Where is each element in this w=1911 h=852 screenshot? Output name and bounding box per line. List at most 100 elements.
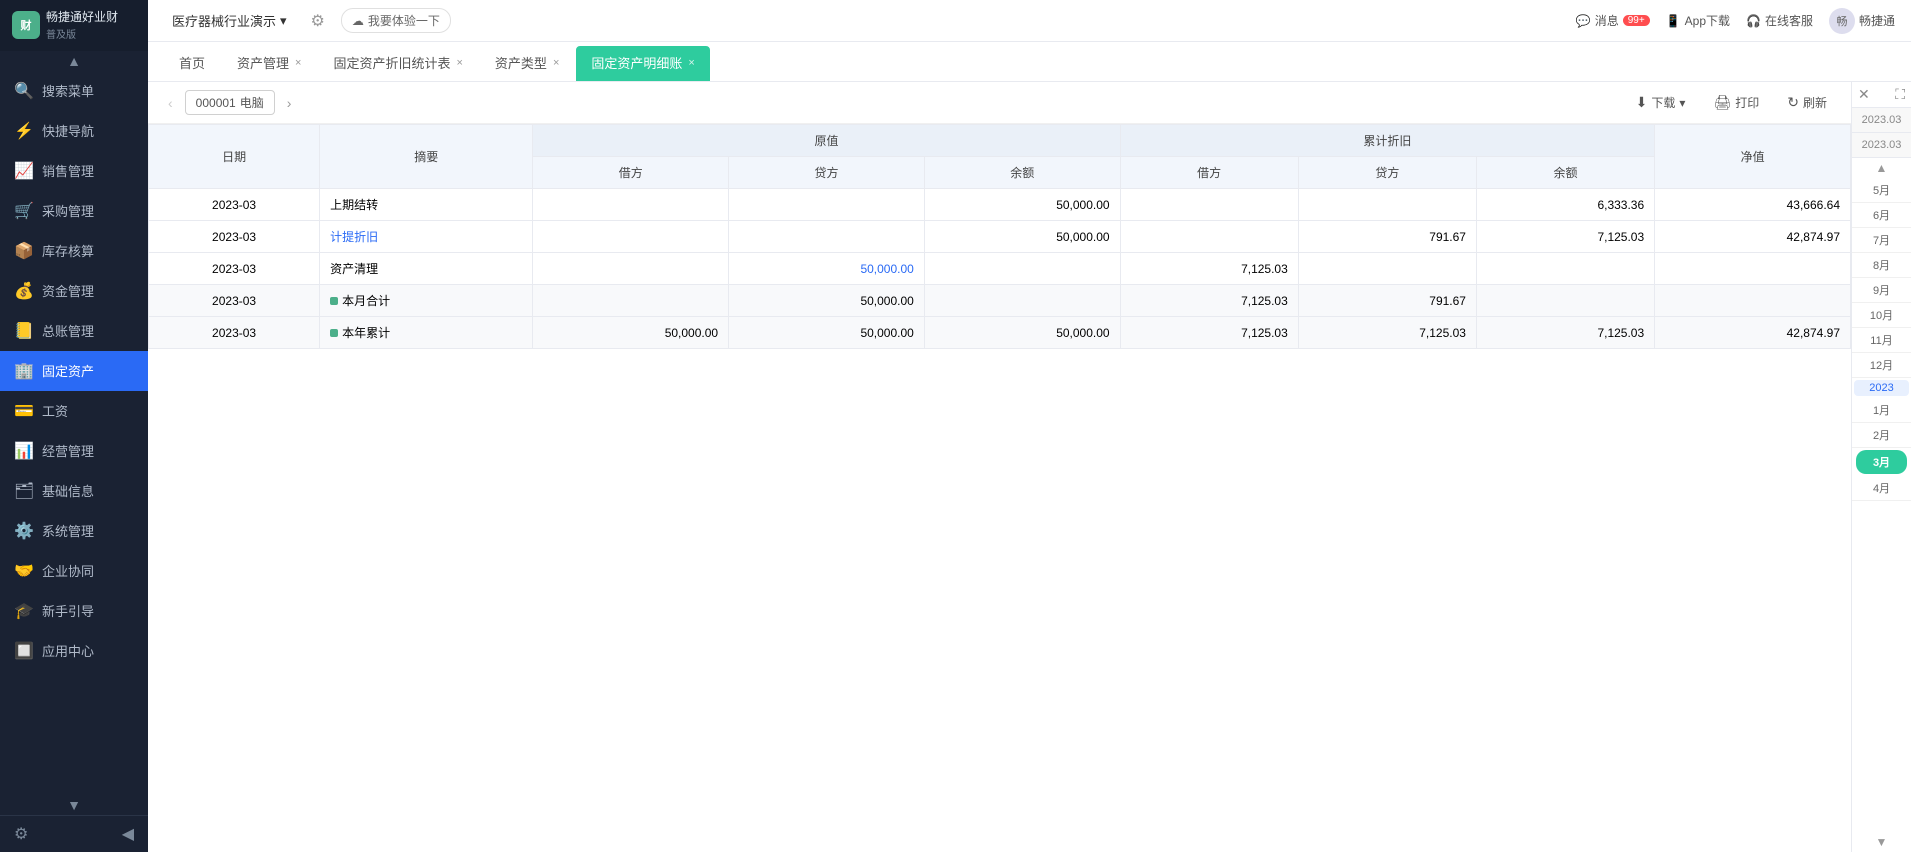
app-download-button[interactable]: 📱 App下载 — [1666, 12, 1730, 29]
timeline-month-4[interactable]: 4月 — [1852, 476, 1911, 501]
tab-depreciation-stats-label: 固定资产折旧统计表 — [333, 53, 450, 72]
cell-orig-debit: 50,000.00 — [533, 317, 729, 349]
download-dropdown-icon: ▾ — [1679, 96, 1685, 110]
messages-label: 消息 — [1595, 12, 1619, 29]
timeline-close-button[interactable]: ✕ — [1858, 86, 1870, 103]
cell-acc-debit — [1120, 189, 1298, 221]
table-row-monthly-total: 2023-03 本月合计 50,000.00 7,125.03 791.67 — [149, 285, 1851, 317]
sidebar-item-inventory[interactable]: 📦 库存核算 — [0, 231, 148, 271]
refresh-button[interactable]: ↻ 刷新 — [1779, 90, 1835, 115]
cell-orig-balance: 50,000.00 — [924, 317, 1120, 349]
tab-asset-mgmt-close[interactable]: × — [295, 57, 301, 69]
header-settings-icon[interactable]: ⚙ — [307, 7, 329, 35]
tab-asset-detail-close[interactable]: × — [688, 57, 694, 69]
print-label: 打印 — [1735, 94, 1759, 111]
table-row-yearly-total: 2023-03 本年累计 50,000.00 50,000.00 50,000.… — [149, 317, 1851, 349]
salary-icon: 💳 — [14, 401, 34, 421]
cell-date: 2023-03 — [149, 189, 320, 221]
col-header-accumulated-depreciation: 累计折旧 — [1120, 125, 1655, 157]
cell-orig-balance: 50,000.00 — [924, 221, 1120, 253]
sidebar-item-fixed-assets[interactable]: 🏢 固定资产 — [0, 351, 148, 391]
company-selector[interactable]: 医疗器械行业演示 ▾ — [164, 7, 295, 34]
company-dropdown-icon: ▾ — [280, 13, 287, 29]
toolbar-right: ⬇ 下载 ▾ 🖨 打印 ↻ 刷新 — [1628, 90, 1835, 115]
collapse-sidebar-icon[interactable]: ◀ — [122, 824, 134, 844]
sidebar-item-system[interactable]: ⚙️ 系统管理 — [0, 511, 148, 551]
col-header-original-value: 原值 — [533, 125, 1120, 157]
cell-net-value — [1655, 285, 1851, 317]
tab-asset-type[interactable]: 资产类型 × — [480, 46, 574, 81]
app-center-icon: 🔲 — [14, 641, 34, 661]
content-main: ‹ 000001 电脑 › ⬇ 下载 ▾ 🖨 打印 — [148, 82, 1851, 852]
settings-icon[interactable]: ⚙ — [14, 824, 28, 844]
cell-acc-debit: 7,125.03 — [1120, 253, 1298, 285]
timeline-month-2[interactable]: 2月 — [1852, 423, 1911, 448]
asset-prev-button[interactable]: ‹ — [164, 93, 177, 113]
tab-home[interactable]: 首页 — [164, 46, 220, 81]
timeline-month-6[interactable]: 6月 — [1852, 203, 1911, 228]
timeline-year-label: 2023 — [1854, 380, 1909, 396]
tab-depreciation-stats[interactable]: 固定资产折旧统计表 × — [318, 46, 477, 81]
cell-orig-balance: 50,000.00 — [924, 189, 1120, 221]
app-logo-text: 畅捷通好业财 普及版 — [46, 10, 118, 41]
tab-depreciation-stats-close[interactable]: × — [456, 57, 462, 69]
sidebar-item-basic-info[interactable]: 🗂 基础信息 — [0, 471, 148, 511]
timeline-month-3[interactable]: 3月 — [1856, 450, 1907, 474]
sidebar-item-purchase[interactable]: 🛒 采购管理 — [0, 191, 148, 231]
sidebar-item-enterprise[interactable]: 🤝 企业协同 — [0, 551, 148, 591]
timeline-month-9[interactable]: 9月 — [1852, 278, 1911, 303]
sidebar-item-search[interactable]: 🔍 搜索菜单 — [0, 71, 148, 111]
sidebar-logo: 财 畅捷通好业财 普及版 — [0, 0, 148, 51]
tab-asset-detail[interactable]: 固定资产明细账 × — [576, 46, 709, 81]
timeline-prev-button[interactable]: ▲ — [1852, 158, 1911, 178]
online-service-button[interactable]: 🎧 在线客服 — [1746, 12, 1813, 29]
tab-bar: 首页 资产管理 × 固定资产折旧统计表 × 资产类型 × 固定资产明细账 × — [148, 42, 1911, 82]
print-button[interactable]: 🖨 打印 — [1705, 90, 1767, 115]
sidebar-item-label: 系统管理 — [42, 521, 94, 540]
download-button[interactable]: ⬇ 下载 ▾ — [1628, 90, 1694, 115]
sidebar-item-app-center[interactable]: 🔲 应用中心 — [0, 631, 148, 671]
cell-orig-balance — [924, 253, 1120, 285]
timeline-month-10[interactable]: 10月 — [1852, 303, 1911, 328]
sidebar-nav: 🔍 搜索菜单 ⚡ 快捷导航 📈 销售管理 🛒 采购管理 📦 库存核算 💰 资金管… — [0, 71, 148, 795]
timeline-month-5[interactable]: 5月 — [1852, 178, 1911, 203]
timeline-month-7[interactable]: 7月 — [1852, 228, 1911, 253]
asset-next-button[interactable]: › — [283, 93, 296, 113]
basic-info-icon: 🗂 — [14, 481, 34, 501]
service-icon: 🎧 — [1746, 14, 1761, 28]
timeline-month-11[interactable]: 11月 — [1852, 328, 1911, 353]
table-row: 2023-03 资产清理 50,000.00 7,125.03 — [149, 253, 1851, 285]
tab-asset-type-close[interactable]: × — [553, 57, 559, 69]
timeline-month-8[interactable]: 8月 — [1852, 253, 1911, 278]
inventory-icon: 📦 — [14, 241, 34, 261]
summary-icon — [330, 297, 338, 305]
sidebar-item-operation[interactable]: 📊 经营管理 — [0, 431, 148, 471]
print-icon: 🖨 — [1713, 94, 1731, 111]
sidebar-item-label: 工资 — [42, 401, 68, 420]
experience-button[interactable]: ☁ 我要体验一下 — [341, 8, 451, 33]
sidebar-item-salary[interactable]: 💳 工资 — [0, 391, 148, 431]
cell-net-value: 42,874.97 — [1655, 317, 1851, 349]
user-profile[interactable]: 畅 畅捷通 — [1829, 8, 1895, 34]
top-right-area: 💬 消息 99+ 📱 App下载 🎧 在线客服 畅 畅捷通 — [1576, 8, 1895, 34]
sidebar-scroll-down[interactable]: ▼ — [0, 795, 148, 815]
sidebar-scroll-up[interactable]: ▲ — [0, 51, 148, 71]
sidebar-item-quick-nav[interactable]: ⚡ 快捷导航 — [0, 111, 148, 151]
sidebar-item-ledger[interactable]: 📒 总账管理 — [0, 311, 148, 351]
cell-date: 2023-03 — [149, 253, 320, 285]
sidebar-item-sales[interactable]: 📈 销售管理 — [0, 151, 148, 191]
timeline-next-button[interactable]: ▼ — [1852, 832, 1911, 852]
sidebar-item-fund[interactable]: 💰 资金管理 — [0, 271, 148, 311]
col-header-acc-credit: 贷方 — [1298, 157, 1476, 189]
cell-orig-debit — [533, 221, 729, 253]
messages-button[interactable]: 💬 消息 99+ — [1576, 12, 1650, 29]
main-area: 医疗器械行业演示 ▾ ⚙ ☁ 我要体验一下 💬 消息 99+ 📱 App下载 🎧… — [148, 0, 1911, 852]
sidebar-bottom: ⚙ ◀ — [0, 815, 148, 852]
timeline-expand-button[interactable]: ⛶ — [1895, 86, 1905, 103]
download-icon: 📱 — [1666, 14, 1681, 28]
tab-asset-detail-label: 固定资产明细账 — [591, 53, 682, 72]
tab-asset-mgmt[interactable]: 资产管理 × — [222, 46, 316, 81]
sidebar-item-guide[interactable]: 🎓 新手引导 — [0, 591, 148, 631]
timeline-month-12[interactable]: 12月 — [1852, 353, 1911, 378]
timeline-month-1[interactable]: 1月 — [1852, 398, 1911, 423]
